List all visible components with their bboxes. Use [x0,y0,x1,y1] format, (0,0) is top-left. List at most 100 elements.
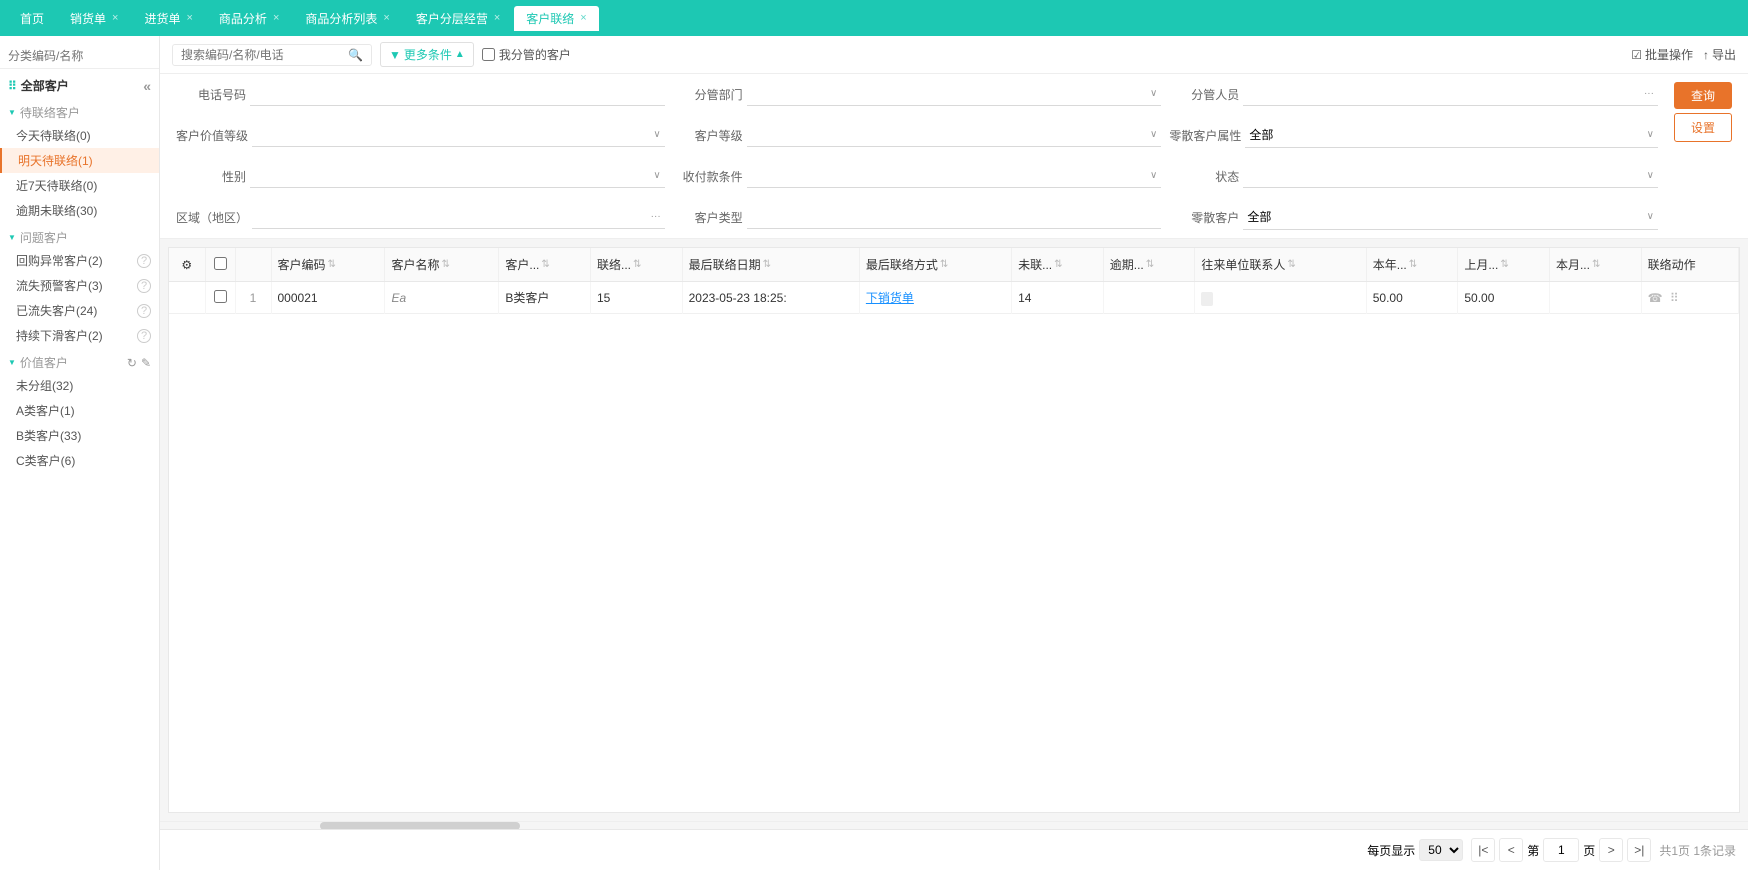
th-overdue[interactable]: 逾期...⇅ [1103,248,1195,282]
payment-label: 收付款条件 [673,168,743,185]
next-page-button[interactable]: > [1599,838,1623,862]
sidebar-class-c[interactable]: C类客户(6) [0,448,159,473]
close-customer-tier-icon[interactable]: × [494,12,500,24]
gender-caret: ∨ [653,170,660,181]
area-caret: ··· [651,211,661,222]
phone-input[interactable] [250,82,665,106]
last-page-button[interactable]: >| [1627,838,1651,862]
phone-field: 电话号码 [176,82,665,106]
th-settings[interactable]: ⚙ [169,248,205,282]
dept-input[interactable]: ∨ [747,82,1162,106]
nav-product-analysis[interactable]: 商品分析 × [207,6,291,31]
th-not-contact[interactable]: 未联...⇅ [1012,248,1104,282]
cust-level-input[interactable]: ∨ [747,123,1162,147]
gender-input[interactable]: ∨ [250,164,665,188]
nav-purchase-order[interactable]: 进货单 × [132,6,204,31]
th-contact[interactable]: 联络...⇅ [590,248,682,282]
sidebar-search-input[interactable] [8,49,160,63]
td-checkbox[interactable] [205,282,235,314]
query-button[interactable]: 查询 [1674,82,1732,109]
th-name[interactable]: 客户名称⇅ [385,248,499,282]
main-layout: 🔍 ⠿ 全部客户 « ▼ 待联络客户 今天待联络(0) 明天待联络(1) 近7天… [0,36,1748,870]
th-checkbox[interactable] [205,248,235,282]
sidebar-class-b[interactable]: B类客户(33) [0,423,159,448]
select-all-checkbox[interactable] [214,257,227,270]
status-input[interactable]: ∨ [1243,164,1658,188]
close-customer-contact-icon[interactable]: × [580,12,586,24]
retail-attr-input[interactable]: 全部 ∨ [1245,122,1658,148]
first-page-button[interactable]: |< [1471,838,1495,862]
contact-action-phone-icon[interactable]: ☎ [1648,291,1663,305]
my-customers-checkbox[interactable] [482,48,495,61]
close-product-analysis-list-icon[interactable]: × [383,12,389,24]
th-this-year[interactable]: 本年...⇅ [1366,248,1458,282]
th-last-contact-method[interactable]: 最后联络方式⇅ [859,248,1011,282]
sort-icon-method: ⇅ [940,259,948,270]
area-input[interactable]: ··· [252,205,665,229]
nav-product-analysis-list[interactable]: 商品分析列表 × [293,6,401,31]
edit-icon[interactable]: ✎ [141,356,151,370]
sidebar-search-box[interactable]: 🔍 [0,44,159,69]
close-product-analysis-icon[interactable]: × [273,12,279,24]
collapse-icon[interactable]: « [143,78,151,94]
prev-page-button[interactable]: < [1499,838,1523,862]
sidebar-week-contact[interactable]: 近7天待联络(0) [0,173,159,198]
retail-cust-input[interactable]: 全部 ∨ [1243,204,1658,230]
page-size-select[interactable]: 50 [1419,839,1463,861]
my-customers-checkbox-label[interactable]: 我分管的客户 [482,46,571,63]
sidebar-continue-down[interactable]: 持续下滑客户(2) ? [0,323,159,348]
search-icon[interactable]: 🔍 [348,48,363,62]
sidebar-tomorrow-contact[interactable]: 明天待联络(1) [0,148,159,173]
sidebar-overdue-contact[interactable]: 逾期未联络(30) [0,198,159,223]
person-input[interactable]: ··· [1243,82,1658,106]
bulk-action-link[interactable]: ☑ 批量操作 [1631,46,1693,63]
export-link[interactable]: ↑ 导出 [1703,46,1736,63]
dept-field: 分管部门 ∨ [673,82,1162,106]
sort-icon-this-year: ⇅ [1409,259,1417,270]
page-number-input[interactable] [1543,838,1579,862]
cust-type-input[interactable] [747,205,1162,229]
triangle-icon: ▼ [8,108,16,117]
sidebar-today-contact[interactable]: 今天待联络(0) [0,123,159,148]
search-input[interactable] [181,48,348,62]
sidebar-ungrouped[interactable]: 未分组(32) [0,373,159,398]
td-contact: 15 [590,282,682,314]
td-last-month: 50.00 [1458,282,1550,314]
th-type[interactable]: 客户...⇅ [499,248,591,282]
sidebar-repurchase-abnormal[interactable]: 回购异常客户(2) ? [0,248,159,273]
pagination: |< < 第 页 > >| [1471,838,1651,862]
search-box[interactable]: 🔍 [172,44,372,66]
sidebar-already-lost[interactable]: 已流失客户(24) ? [0,298,159,323]
td-contact-action: ☎ ⠿ [1641,282,1738,314]
th-this-month[interactable]: 本月...⇅ [1549,248,1641,282]
td-this-month [1549,282,1641,314]
filter-actions: 查询 设置 [1674,82,1732,230]
td-this-year: 50.00 [1366,282,1458,314]
cust-value-level-input[interactable]: ∨ [252,123,665,147]
payment-input[interactable]: ∨ [747,164,1162,188]
horizontal-scrollbar[interactable] [160,821,1748,829]
th-code[interactable]: 客户编码⇅ [271,248,385,282]
sidebar-class-a[interactable]: A类客户(1) [0,398,159,423]
more-filter-button[interactable]: ▼ 更多条件 ▲ [380,42,474,67]
row-checkbox[interactable] [214,290,227,303]
set-button[interactable]: 设置 [1674,113,1732,142]
nav-customer-contact[interactable]: 客户联络 × [514,6,598,31]
all-customers-title[interactable]: ⠿ 全部客户 « [0,73,159,98]
contact-action-grid-icon[interactable]: ⠿ [1670,291,1679,305]
nav-home[interactable]: 首页 [8,6,56,31]
th-last-month[interactable]: 上月...⇅ [1458,248,1550,282]
last-contact-method-link[interactable]: 下销货单 [866,291,914,305]
nav-sales-order[interactable]: 销货单 × [58,6,130,31]
refresh-icon[interactable]: ↻ [127,356,137,370]
td-last-contact-method[interactable]: 下销货单 [859,282,1011,314]
th-last-contact-date[interactable]: 最后联络日期⇅ [682,248,859,282]
td-name[interactable]: Ea [385,282,499,314]
payment-caret: ∨ [1150,170,1157,181]
sidebar-lost-warning[interactable]: 流失预警客户(3) ? [0,273,159,298]
td-overdue [1103,282,1195,314]
close-sales-order-icon[interactable]: × [112,12,118,24]
close-purchase-order-icon[interactable]: × [186,12,192,24]
nav-customer-tier[interactable]: 客户分层经营 × [404,6,512,31]
th-unit-contact[interactable]: 往来单位联系人⇅ [1195,248,1366,282]
